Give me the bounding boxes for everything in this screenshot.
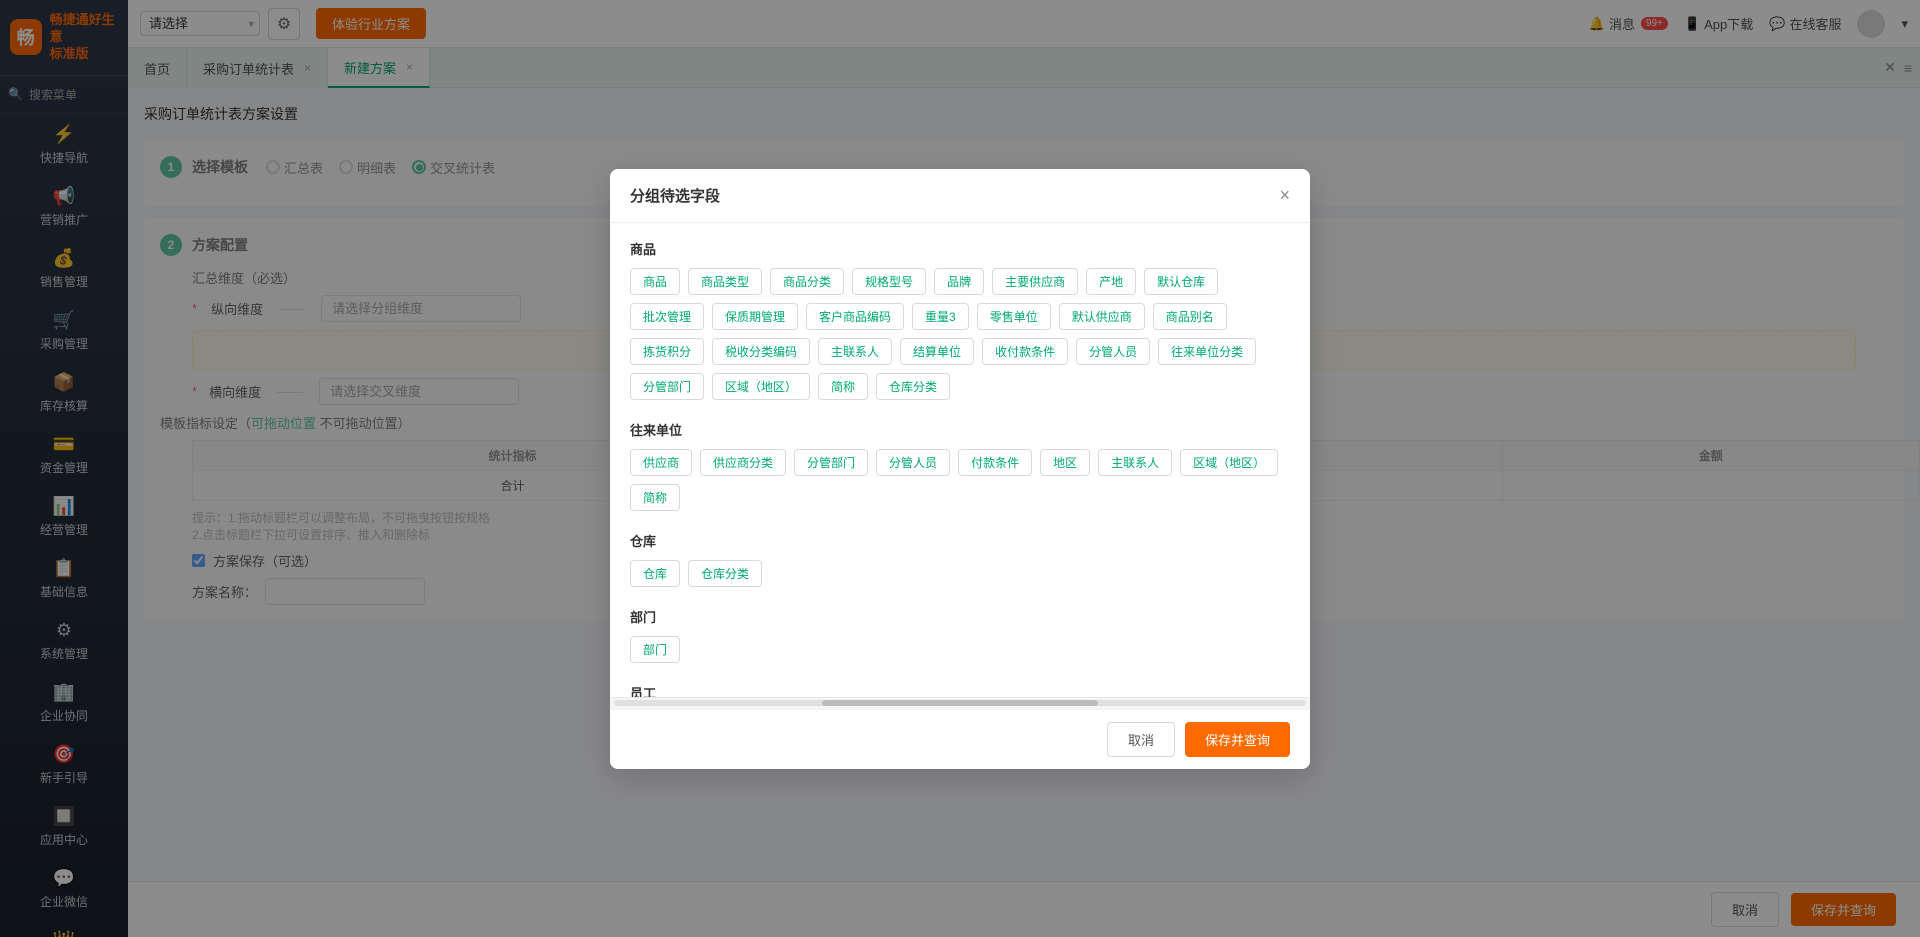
field-tag-counterpart-1[interactable]: 供应商分类	[700, 449, 786, 476]
field-tag-goods-20[interactable]: 分管人员	[1076, 338, 1150, 365]
field-tag-goods-24[interactable]: 简称	[818, 373, 868, 400]
field-tag-counterpart-3[interactable]: 分管人员	[876, 449, 950, 476]
field-tags-goods: 商品商品类型商品分类规格型号品牌主要供应商产地默认仓库批次管理保质期管理客户商品…	[630, 268, 1290, 400]
field-tag-goods-23[interactable]: 区域（地区）	[712, 373, 810, 400]
modal: 分组待选字段 × 商品商品商品类型商品分类规格型号品牌主要供应商产地默认仓库批次…	[610, 169, 1310, 769]
field-section-title-staff: 员工	[630, 683, 1290, 697]
field-tag-counterpart-8[interactable]: 简称	[630, 484, 680, 511]
field-tag-goods-25[interactable]: 仓库分类	[876, 373, 950, 400]
field-tag-goods-16[interactable]: 税收分类编码	[712, 338, 810, 365]
field-tag-goods-15[interactable]: 拣货积分	[630, 338, 704, 365]
field-tag-counterpart-0[interactable]: 供应商	[630, 449, 692, 476]
field-section-title-goods: 商品	[630, 239, 1290, 258]
field-tag-goods-11[interactable]: 重量3	[912, 303, 969, 330]
scroll-track	[614, 700, 1306, 706]
field-tag-goods-8[interactable]: 批次管理	[630, 303, 704, 330]
modal-scroll-x[interactable]	[610, 697, 1310, 709]
modal-title: 分组待选字段	[630, 185, 720, 206]
field-tags-counterpart: 供应商供应商分类分管部门分管人员付款条件地区主联系人区域（地区） 简称	[630, 449, 1290, 511]
field-section-warehouse: 仓库仓库仓库分类	[630, 531, 1290, 587]
field-section-staff: 员工业务员	[630, 683, 1290, 697]
field-section-goods: 商品商品商品类型商品分类规格型号品牌主要供应商产地默认仓库批次管理保质期管理客户…	[630, 239, 1290, 400]
modal-overlay: 分组待选字段 × 商品商品商品类型商品分类规格型号品牌主要供应商产地默认仓库批次…	[0, 0, 1920, 937]
field-tag-goods-6[interactable]: 产地	[1086, 268, 1136, 295]
field-tag-goods-14[interactable]: 商品别名	[1153, 303, 1227, 330]
field-section-counterpart: 往来单位供应商供应商分类分管部门分管人员付款条件地区主联系人区域（地区） 简称	[630, 420, 1290, 511]
modal-header: 分组待选字段 ×	[610, 169, 1310, 223]
field-tags-warehouse: 仓库仓库分类	[630, 560, 1290, 587]
field-section-title-counterpart: 往来单位	[630, 420, 1290, 439]
field-tag-goods-19[interactable]: 收付款条件	[982, 338, 1068, 365]
field-tag-goods-9[interactable]: 保质期管理	[712, 303, 798, 330]
field-tags-department: 部门	[630, 636, 1290, 663]
scroll-thumb	[822, 700, 1099, 706]
modal-close-btn[interactable]: ×	[1279, 185, 1290, 206]
field-tag-goods-13[interactable]: 默认供应商	[1059, 303, 1145, 330]
field-tag-counterpart-6[interactable]: 主联系人	[1098, 449, 1172, 476]
field-section-department: 部门部门	[630, 607, 1290, 663]
field-tag-counterpart-2[interactable]: 分管部门	[794, 449, 868, 476]
field-tag-warehouse-1[interactable]: 仓库分类	[688, 560, 762, 587]
modal-confirm-btn[interactable]: 保存并查询	[1185, 722, 1290, 757]
field-tag-goods-17[interactable]: 主联系人	[818, 338, 892, 365]
field-section-title-warehouse: 仓库	[630, 531, 1290, 550]
field-tag-goods-3[interactable]: 规格型号	[852, 268, 926, 295]
field-tag-goods-10[interactable]: 客户商品编码	[806, 303, 904, 330]
modal-cancel-btn[interactable]: 取消	[1107, 722, 1175, 757]
field-section-title-department: 部门	[630, 607, 1290, 626]
modal-body: 商品商品商品类型商品分类规格型号品牌主要供应商产地默认仓库批次管理保质期管理客户…	[610, 223, 1310, 697]
field-tag-goods-18[interactable]: 结算单位	[900, 338, 974, 365]
field-tag-goods-1[interactable]: 商品类型	[688, 268, 762, 295]
field-tag-goods-4[interactable]: 品牌	[934, 268, 984, 295]
field-tag-warehouse-0[interactable]: 仓库	[630, 560, 680, 587]
field-tag-counterpart-5[interactable]: 地区	[1040, 449, 1090, 476]
field-tag-goods-12[interactable]: 零售单位	[977, 303, 1051, 330]
field-tag-counterpart-4[interactable]: 付款条件	[958, 449, 1032, 476]
field-tag-goods-5[interactable]: 主要供应商	[992, 268, 1078, 295]
field-tag-goods-2[interactable]: 商品分类	[770, 268, 844, 295]
field-tag-goods-0[interactable]: 商品	[630, 268, 680, 295]
field-tag-department-0[interactable]: 部门	[630, 636, 680, 663]
field-tag-goods-7[interactable]: 默认仓库	[1144, 268, 1218, 295]
modal-footer: 取消 保存并查询	[610, 709, 1310, 769]
field-tag-counterpart-7[interactable]: 区域（地区）	[1180, 449, 1278, 476]
field-tag-goods-21[interactable]: 往来单位分类	[1158, 338, 1256, 365]
field-tag-goods-22[interactable]: 分管部门	[630, 373, 704, 400]
